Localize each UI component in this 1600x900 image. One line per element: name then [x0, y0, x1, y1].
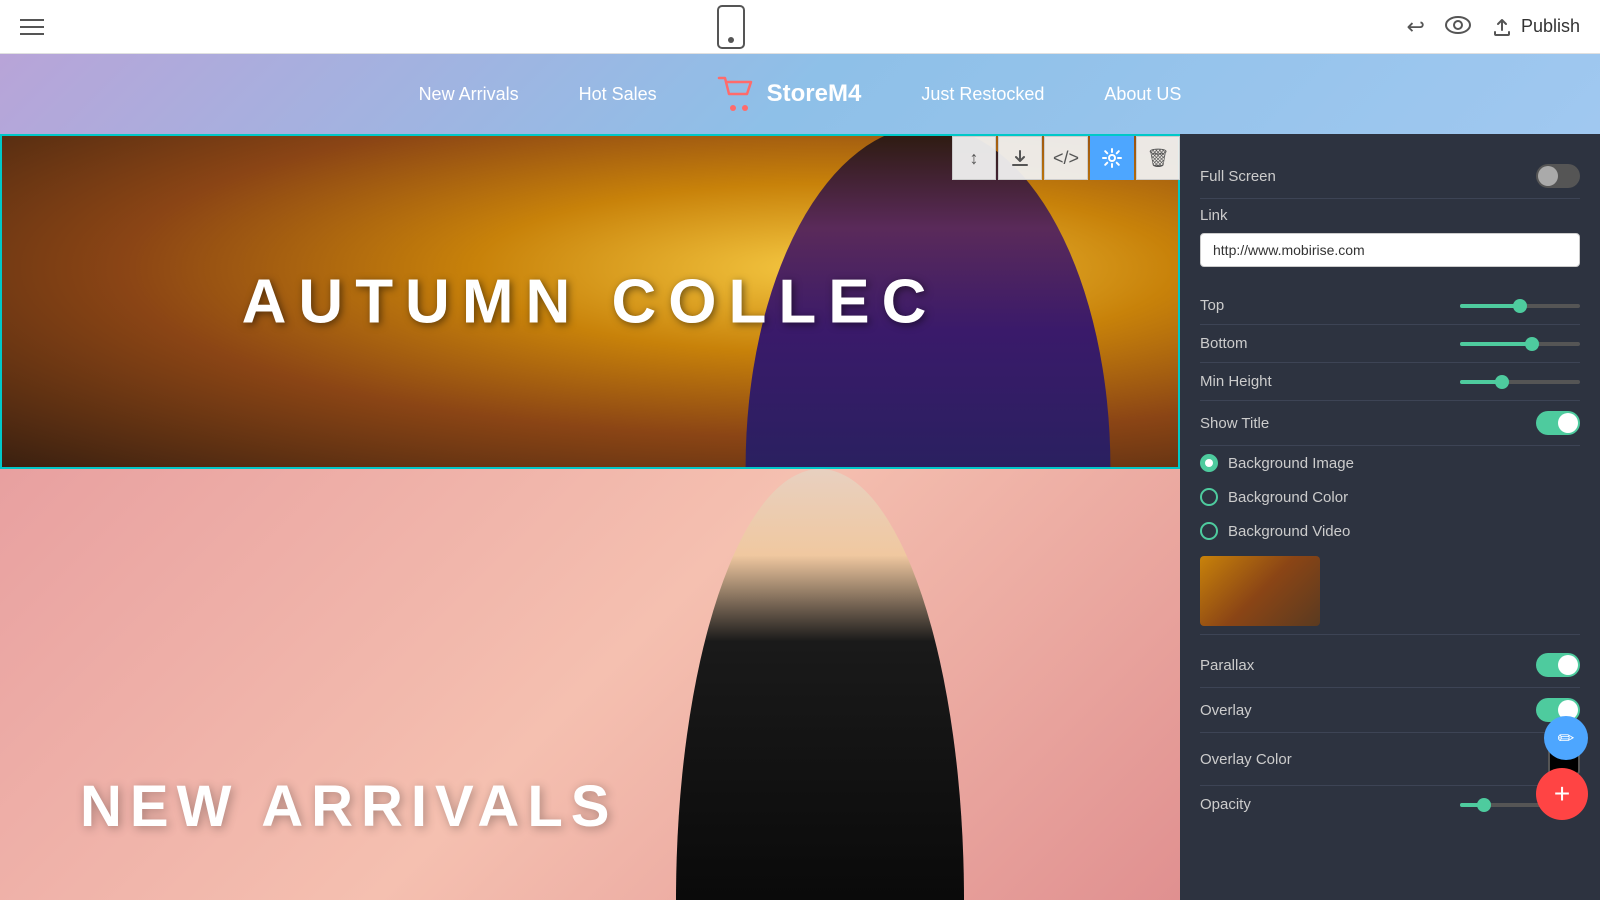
- preview-icon[interactable]: [1445, 14, 1471, 40]
- hamburger-menu[interactable]: [20, 9, 56, 45]
- toolbar: ↩ Publish: [0, 0, 1600, 54]
- opacity-row: Opacity: [1200, 786, 1580, 823]
- section-settings-button[interactable]: [1090, 136, 1134, 180]
- nav-link-about-us[interactable]: About US: [1104, 84, 1181, 105]
- nav-link-hot-sales[interactable]: Hot Sales: [579, 84, 657, 105]
- full-screen-label: Full Screen: [1200, 168, 1276, 185]
- arrivals-background: NEW ARRIVALS: [0, 469, 1180, 900]
- show-title-label: Show Title: [1200, 415, 1269, 432]
- bg-video-radio[interactable]: [1200, 522, 1218, 540]
- top-slider-track[interactable]: [1460, 304, 1580, 308]
- overlay-color-row: Overlay Color: [1200, 733, 1580, 786]
- bg-color-row: Background Color: [1200, 480, 1580, 514]
- hero-title: AUTUMN COLLEC: [242, 266, 939, 337]
- fab-add-button[interactable]: +: [1536, 768, 1588, 820]
- parallax-label: Parallax: [1200, 657, 1254, 674]
- link-input[interactable]: [1200, 233, 1580, 267]
- top-row: Top: [1200, 287, 1580, 325]
- publish-label: Publish: [1521, 16, 1580, 37]
- bottom-slider-track[interactable]: [1460, 342, 1580, 346]
- phone-preview-icon[interactable]: [717, 5, 745, 49]
- bg-image-row: Background Image: [1200, 446, 1580, 480]
- nav-link-new-arrivals[interactable]: New Arrivals: [419, 84, 519, 105]
- opacity-slider-container: [1251, 803, 1580, 807]
- opacity-label: Opacity: [1200, 796, 1251, 813]
- nav-logo: StoreM4: [717, 76, 862, 112]
- bg-video-label: Background Video: [1228, 523, 1350, 540]
- section-download-button[interactable]: [998, 136, 1042, 180]
- top-slider-fill: [1460, 304, 1520, 308]
- bottom-slider-container: [1248, 342, 1580, 346]
- logo-text: StoreM4: [767, 80, 862, 108]
- hero-background: AUTUMN COLLEC: [2, 136, 1178, 467]
- min-height-slider-thumb[interactable]: [1495, 375, 1509, 389]
- bg-color-label: Background Color: [1228, 489, 1348, 506]
- nav-link-just-restocked[interactable]: Just Restocked: [921, 84, 1044, 105]
- bg-video-row: Background Video: [1200, 514, 1580, 548]
- arrivals-title: NEW ARRIVALS: [80, 773, 617, 840]
- show-title-row: Show Title: [1200, 401, 1580, 446]
- divider-1: [1200, 634, 1580, 635]
- fab-edit-button[interactable]: ✏: [1544, 716, 1588, 760]
- section-toolbar: ↕ </> 🗑: [952, 134, 1180, 182]
- top-slider-thumb[interactable]: [1513, 299, 1527, 313]
- full-screen-toggle[interactable]: [1536, 164, 1580, 188]
- link-row: Link: [1200, 199, 1580, 287]
- top-slider-container: [1224, 304, 1580, 308]
- parallax-row: Parallax: [1200, 643, 1580, 688]
- bottom-row: Bottom: [1200, 325, 1580, 363]
- bg-color-radio[interactable]: [1200, 488, 1218, 506]
- top-label: Top: [1200, 297, 1224, 314]
- opacity-slider-thumb[interactable]: [1477, 798, 1491, 812]
- link-label: Link: [1200, 207, 1228, 224]
- toolbar-right: ↩ Publish: [1407, 14, 1580, 40]
- section-sort-button[interactable]: ↕: [952, 136, 996, 180]
- bg-image-label: Background Image: [1228, 455, 1354, 472]
- section-code-button[interactable]: </>: [1044, 136, 1088, 180]
- overlay-row: Overlay: [1200, 688, 1580, 733]
- min-height-slider-track[interactable]: [1460, 380, 1580, 384]
- full-screen-row: Full Screen: [1200, 154, 1580, 199]
- bottom-slider-thumb[interactable]: [1525, 337, 1539, 351]
- toolbar-left: [20, 9, 56, 45]
- publish-button[interactable]: Publish: [1491, 16, 1580, 38]
- hero-section: AUTUMN COLLEC: [0, 134, 1180, 469]
- min-height-row: Min Height: [1200, 363, 1580, 401]
- bg-image-preview[interactable]: [1200, 556, 1320, 626]
- bottom-slider-fill: [1460, 342, 1532, 346]
- undo-icon[interactable]: ↩: [1407, 14, 1425, 40]
- min-height-label: Min Height: [1200, 373, 1272, 390]
- overlay-color-label: Overlay Color: [1200, 751, 1292, 768]
- navbar: New Arrivals Hot Sales StoreM4 Just Rest…: [0, 54, 1600, 134]
- show-title-toggle[interactable]: [1536, 411, 1580, 435]
- overlay-label: Overlay: [1200, 702, 1252, 719]
- section-delete-button[interactable]: 🗑: [1136, 136, 1180, 180]
- arrivals-section: NEW ARRIVALS: [0, 469, 1180, 900]
- min-height-slider-container: [1272, 380, 1580, 384]
- bg-image-radio[interactable]: [1200, 454, 1218, 472]
- parallax-toggle[interactable]: [1536, 653, 1580, 677]
- toolbar-center: [717, 5, 745, 49]
- arrivals-figure-person: [660, 469, 980, 900]
- bottom-label: Bottom: [1200, 335, 1248, 352]
